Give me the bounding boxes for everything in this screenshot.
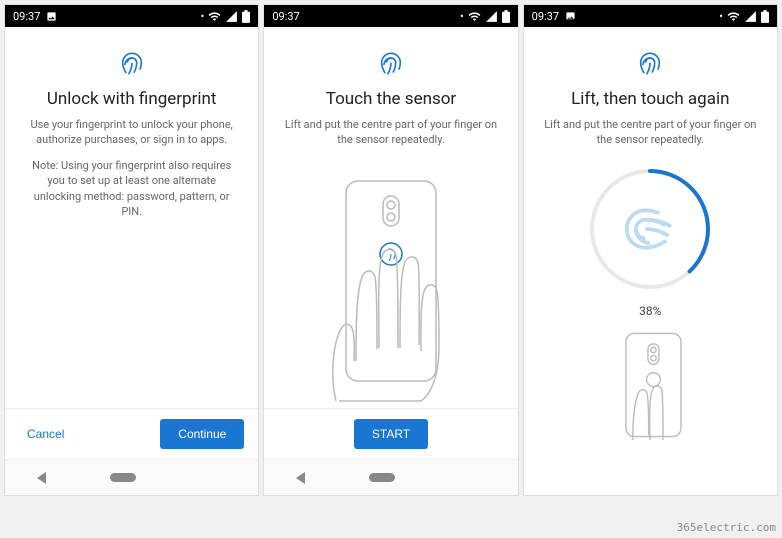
cancel-button[interactable]: Cancel xyxy=(19,421,72,447)
battery-icon xyxy=(242,10,250,23)
signal-icon xyxy=(744,10,757,23)
status-time: 09:37 xyxy=(13,10,40,23)
dot-icon: • xyxy=(201,10,205,23)
nav-home-icon[interactable] xyxy=(110,473,136,482)
signal-icon xyxy=(485,10,498,23)
progress-percent-label: 38% xyxy=(639,304,661,318)
nav-home-icon[interactable] xyxy=(369,473,395,482)
screen-touch-sensor: 09:37 • Touch the sensor Lift and put th… xyxy=(263,4,518,496)
start-button[interactable]: START xyxy=(354,419,428,449)
dot-icon: • xyxy=(460,10,464,23)
page-title: Lift, then touch again xyxy=(571,89,729,109)
signal-icon xyxy=(225,10,238,23)
system-nav-bar xyxy=(264,459,517,495)
picture-icon xyxy=(46,11,57,22)
watermark: 365electric.com xyxy=(677,521,776,534)
wifi-icon xyxy=(468,10,481,23)
hand-phone-illustration xyxy=(311,176,471,406)
nav-back-icon[interactable] xyxy=(296,472,305,484)
body-text: Lift and put the centre part of your fin… xyxy=(278,117,503,148)
status-time: 09:37 xyxy=(272,10,299,23)
status-bar: 09:37 • xyxy=(524,5,777,27)
screen-lift-touch: 09:37 • Lift, then touch again Lift and … xyxy=(523,4,778,496)
wifi-icon xyxy=(208,10,221,23)
nav-back-icon[interactable] xyxy=(37,472,46,484)
status-time: 09:37 xyxy=(532,10,559,23)
body-text: Lift and put the centre part of your fin… xyxy=(538,117,763,148)
picture-icon xyxy=(565,11,576,22)
body-text-1: Use your fingerprint to unlock your phon… xyxy=(19,117,244,148)
dot-icon: • xyxy=(719,10,723,23)
body-text-2: Note: Using your fingerprint also requir… xyxy=(19,158,244,220)
bottom-bar: Cancel Continue xyxy=(5,408,258,459)
battery-icon xyxy=(502,10,510,23)
system-nav-bar xyxy=(5,459,258,495)
fingerprint-large-icon xyxy=(622,201,678,257)
screen-unlock-intro: 09:37 • Unlock with fingerprint Use your… xyxy=(4,4,259,496)
fingerprint-icon xyxy=(377,51,405,79)
battery-icon xyxy=(761,10,769,23)
wifi-icon xyxy=(727,10,740,23)
fingerprint-icon xyxy=(118,51,146,79)
page-title: Unlock with fingerprint xyxy=(47,89,217,109)
hand-phone-small-illustration xyxy=(595,330,705,440)
bottom-bar: START xyxy=(264,408,517,459)
progress-ring xyxy=(585,164,715,294)
page-title: Touch the sensor xyxy=(326,89,456,109)
status-bar: 09:37 • xyxy=(5,5,258,27)
status-bar: 09:37 • xyxy=(264,5,517,27)
fingerprint-icon xyxy=(636,51,664,79)
continue-button[interactable]: Continue xyxy=(160,419,244,449)
